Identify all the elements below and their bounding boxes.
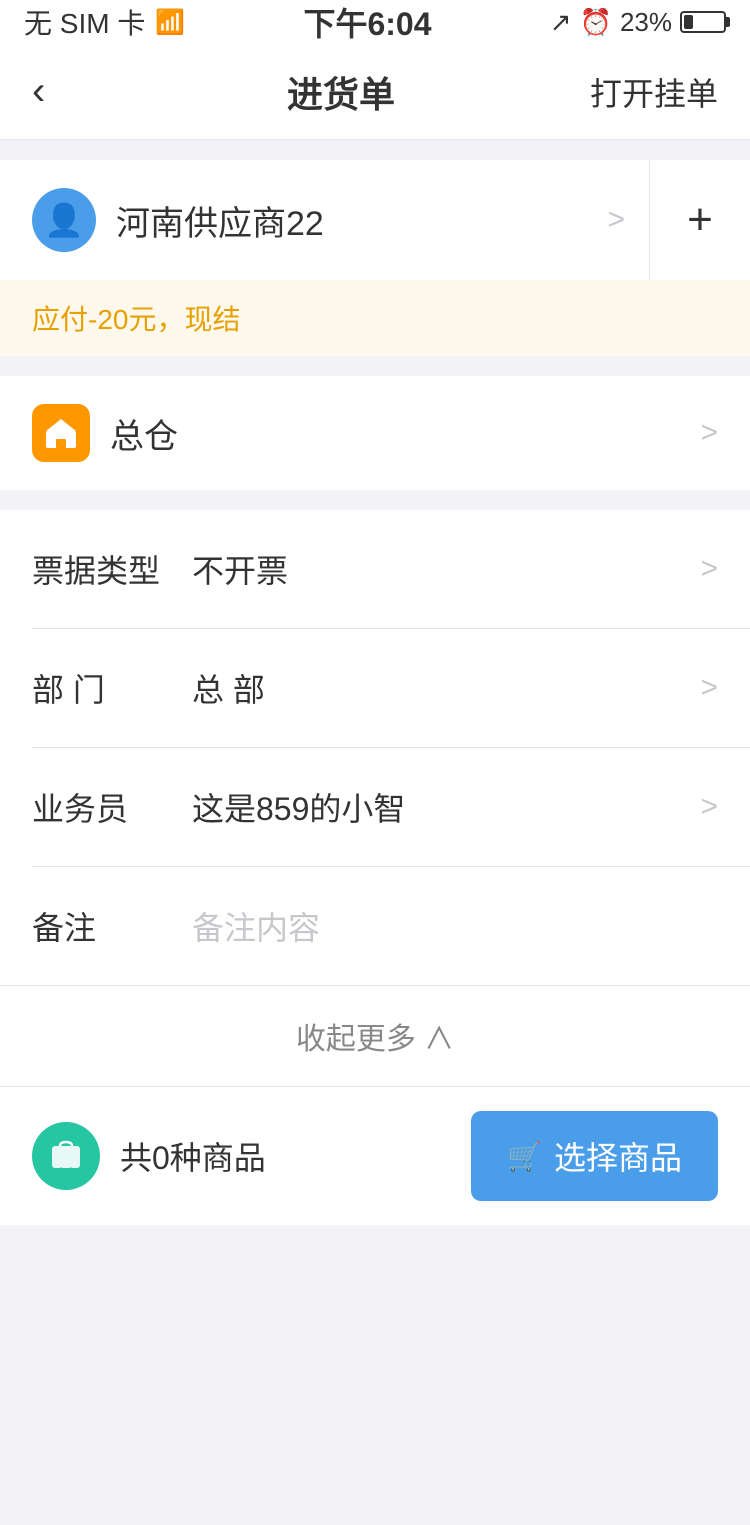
- supplier-name: 河南供应商22: [116, 196, 597, 245]
- department-row[interactable]: 部 门 总 部 >: [0, 629, 750, 747]
- invoice-type-value: 不开票: [192, 546, 690, 592]
- salesperson-chevron-icon: >: [700, 790, 718, 824]
- avatar-icon: 👤: [44, 201, 84, 239]
- remark-placeholder: 备注内容: [192, 903, 718, 949]
- wifi-icon: 📶: [155, 8, 185, 37]
- invoice-type-row[interactable]: 票据类型 不开票 >: [0, 510, 750, 628]
- department-label: 部 门: [32, 665, 192, 711]
- form-section: 票据类型 不开票 > 部 门 总 部 > 业务员 这是859的小智 > 备注 备…: [0, 510, 750, 1086]
- back-button[interactable]: ‹: [32, 69, 92, 114]
- remark-row[interactable]: 备注 备注内容: [0, 867, 750, 985]
- warehouse-icon: [32, 404, 90, 462]
- status-left: 无 SIM 卡 📶: [24, 2, 185, 42]
- department-chevron-icon: >: [700, 671, 718, 705]
- open-pending-button[interactable]: 打开挂单: [590, 69, 718, 115]
- payable-notice: 应付-20元，现结: [0, 280, 750, 356]
- cart-icon: [32, 1122, 100, 1190]
- chevron-right-icon: >: [607, 203, 625, 237]
- alarm-icon: ⏰: [580, 7, 612, 38]
- warehouse-label: 总仓: [110, 409, 690, 458]
- battery-icon: [680, 11, 726, 33]
- collapse-label: 收起更多 ∧: [296, 1023, 454, 1056]
- select-goods-button[interactable]: 🛒 选择商品: [471, 1111, 718, 1201]
- salesperson-value: 这是859的小智: [192, 784, 690, 830]
- remark-label: 备注: [32, 903, 192, 949]
- page-title: 进货单: [287, 66, 395, 118]
- supplier-section: 👤 河南供应商22 > +: [0, 160, 750, 280]
- collapse-row[interactable]: 收起更多 ∧: [0, 985, 750, 1086]
- location-icon: ↗: [550, 7, 572, 38]
- warehouse-chevron-icon: >: [700, 416, 718, 450]
- select-goods-icon: 🛒: [507, 1140, 542, 1173]
- status-time: 下午6:04: [303, 0, 431, 45]
- page-rest: [0, 1225, 750, 1525]
- add-supplier-button[interactable]: +: [650, 195, 750, 245]
- department-value: 总 部: [192, 665, 690, 711]
- select-goods-label: 选择商品: [554, 1133, 682, 1179]
- goods-count-label: 共0种商品: [120, 1133, 451, 1179]
- carrier-label: 无 SIM 卡: [24, 2, 145, 42]
- supplier-selector[interactable]: 👤 河南供应商22 >: [0, 160, 650, 280]
- avatar: 👤: [32, 188, 96, 252]
- status-right: ↗ ⏰ 23%: [550, 7, 726, 38]
- bottom-bar: 共0种商品 🛒 选择商品: [0, 1086, 750, 1225]
- invoice-chevron-icon: >: [700, 552, 718, 586]
- battery-percent: 23%: [620, 7, 672, 38]
- divider-warehouse: [0, 356, 750, 376]
- salesperson-label: 业务员: [32, 784, 192, 830]
- warehouse-row[interactable]: 总仓 >: [0, 376, 750, 490]
- salesperson-row[interactable]: 业务员 这是859的小智 >: [0, 748, 750, 866]
- status-bar: 无 SIM 卡 📶 下午6:04 ↗ ⏰ 23%: [0, 0, 750, 44]
- invoice-type-label: 票据类型: [32, 546, 192, 592]
- nav-bar: ‹ 进货单 打开挂单: [0, 44, 750, 140]
- divider-top: [0, 140, 750, 160]
